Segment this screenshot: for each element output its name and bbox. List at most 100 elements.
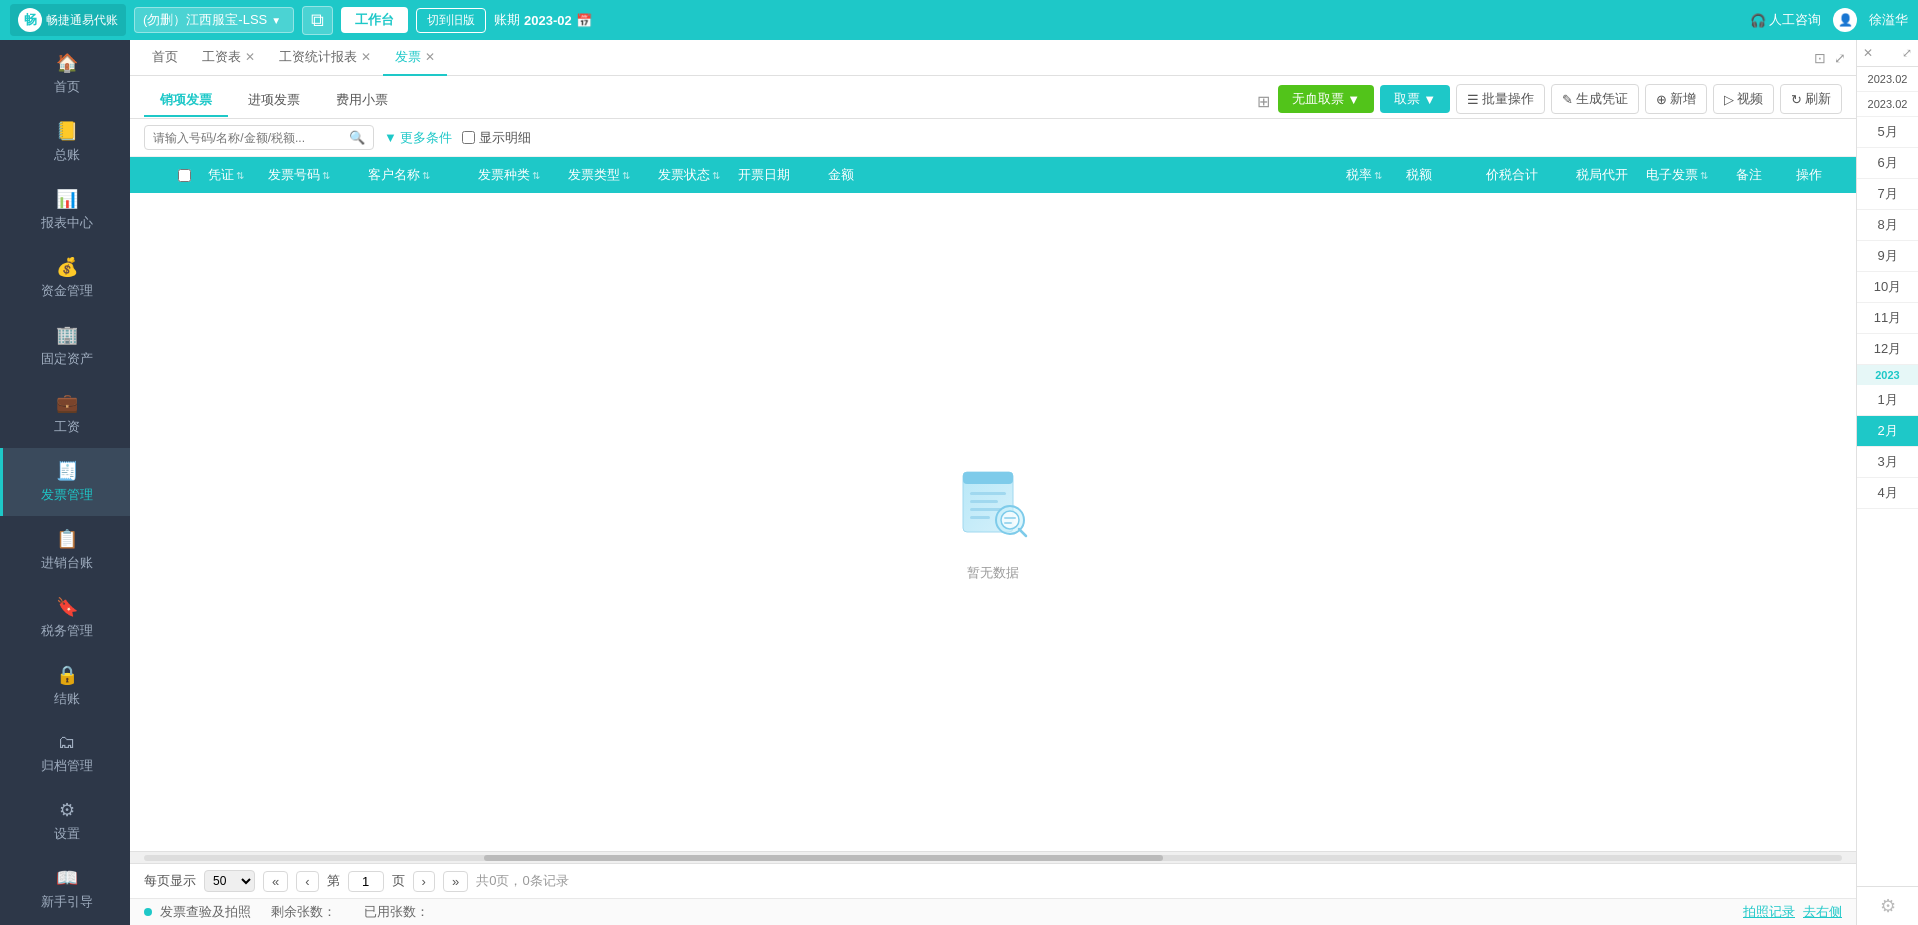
period-panel-bottom[interactable]: ⚙	[1857, 886, 1918, 925]
tab-payroll-close[interactable]: ✕	[245, 50, 255, 64]
user-avatar[interactable]: 👤	[1833, 8, 1857, 32]
new-button[interactable]: ⊕ 新增	[1645, 84, 1707, 114]
period-item-2m[interactable]: 2月	[1857, 416, 1918, 447]
sidebar-item-sales[interactable]: 📋 进销台账	[0, 516, 130, 584]
sub-tab-sales[interactable]: 销项发票	[144, 85, 228, 117]
sidebar: 🏠 首页 📒 总账 📊 报表中心 💰 资金管理 🏢 固定资产 💼 工资	[0, 40, 130, 925]
batch-ops-button[interactable]: ☰ 批量操作	[1456, 84, 1545, 114]
sidebar-item-settings[interactable]: ⚙ 设置	[0, 787, 130, 855]
switch-version-button[interactable]: 切到旧版	[416, 8, 486, 33]
period-item-11m[interactable]: 11月	[1857, 303, 1918, 334]
no-select-ticket-button[interactable]: 无血取票 ▼	[1278, 85, 1374, 113]
copy-button[interactable]: ⧉	[302, 6, 333, 35]
logo-icon: 畅	[18, 8, 42, 32]
video-button[interactable]: ▷ 视频	[1713, 84, 1774, 114]
th-taxrate[interactable]: 税率 ⇅	[1342, 166, 1402, 184]
go-right-link[interactable]: 去右侧	[1803, 903, 1842, 921]
horizontal-scrollbar[interactable]	[144, 855, 1842, 861]
period-item-5m[interactable]: 5月	[1857, 117, 1918, 148]
th-customer[interactable]: 客户名称 ⇅	[364, 166, 474, 184]
get-ticket-button[interactable]: 取票 ▼	[1380, 85, 1450, 113]
first-page-button[interactable]: «	[263, 871, 288, 892]
period-item-3m[interactable]: 3月	[1857, 447, 1918, 478]
period-item-2023-02-a[interactable]: 2023.02	[1857, 67, 1918, 92]
tab-payroll[interactable]: 工资表 ✕	[190, 40, 267, 76]
th-invno[interactable]: 发票号码 ⇅	[264, 166, 364, 184]
next-page-button[interactable]: ›	[413, 871, 435, 892]
more-conditions-button[interactable]: ▼ 更多条件	[384, 129, 452, 147]
guide-icon: 📖	[56, 867, 78, 889]
sidebar-item-payroll[interactable]: 💼 工资	[0, 380, 130, 448]
tab-invoice-close[interactable]: ✕	[425, 50, 435, 64]
last-page-button[interactable]: »	[443, 871, 468, 892]
close-period-btn[interactable]: ✕	[1863, 46, 1873, 60]
sidebar-item-finance[interactable]: 💰 资金管理	[0, 244, 130, 312]
th-status[interactable]: 发票状态 ⇅	[654, 166, 734, 184]
period-item-9m[interactable]: 9月	[1857, 241, 1918, 272]
prev-page-button[interactable]: ‹	[296, 871, 318, 892]
status-bar: 发票查验及拍照 剩余张数： 已用张数： 拍照记录 去右侧	[130, 898, 1856, 925]
sidebar-item-invoice[interactable]: 🧾 发票管理	[0, 448, 130, 516]
sidebar-label-close: 结账	[54, 690, 80, 708]
th-invcat[interactable]: 发票类型 ⇅	[564, 166, 654, 184]
tab-invoice[interactable]: 发票 ✕	[383, 40, 447, 76]
th-proof[interactable]: 凭证 ⇅	[204, 166, 264, 184]
show-detail-input[interactable]	[462, 131, 475, 144]
sidebar-item-guide[interactable]: 📖 新手引导	[0, 855, 130, 923]
content-area: 首页 工资表 ✕ 工资统计报表 ✕ 发票 ✕ ⊡ ⤢	[130, 40, 1856, 925]
period-settings-icon[interactable]: ⚙	[1880, 895, 1896, 917]
tab-restore-icon[interactable]: ⊡	[1814, 50, 1826, 66]
tab-payroll-stats-label: 工资统计报表	[279, 48, 357, 66]
sidebar-item-close[interactable]: 🔒 结账	[0, 652, 130, 720]
per-page-label: 每页显示	[144, 872, 196, 890]
period-item-4m[interactable]: 4月	[1857, 478, 1918, 509]
gen-proof-button[interactable]: ✎ 生成凭证	[1551, 84, 1639, 114]
sidebar-item-archive[interactable]: 🗂 归档管理	[0, 720, 130, 787]
th-checkbox[interactable]	[174, 169, 204, 182]
company-selector[interactable]: (勿删）江西服宝-LSS ▼	[134, 7, 294, 33]
sub-tab-expense[interactable]: 费用小票	[320, 85, 404, 117]
period-item-1m[interactable]: 1月	[1857, 385, 1918, 416]
sidebar-item-reports[interactable]: 📊 报表中心	[0, 176, 130, 244]
tab-payroll-stats-close[interactable]: ✕	[361, 50, 371, 64]
maximize-period-icon[interactable]: ⤢	[1902, 46, 1912, 60]
total-count: 共0页，0条记录	[476, 872, 568, 890]
search-icon[interactable]: 🔍	[349, 130, 365, 145]
add-record-link[interactable]: 拍照记录	[1743, 903, 1795, 921]
period-item-8m[interactable]: 8月	[1857, 210, 1918, 241]
sidebar-item-home[interactable]: 🏠 首页	[0, 40, 130, 108]
horizontal-scroll-area[interactable]	[130, 851, 1856, 863]
tab-home[interactable]: 首页	[140, 40, 190, 76]
sidebar-item-tax[interactable]: 🔖 税务管理	[0, 584, 130, 652]
period-item-6m[interactable]: 6月	[1857, 148, 1918, 179]
grid-settings-icon[interactable]: ⊞	[1257, 92, 1270, 111]
search-input[interactable]	[153, 131, 345, 145]
per-page-select[interactable]: 50 10 20 100	[204, 870, 255, 892]
page-input[interactable]	[348, 871, 384, 892]
th-total: 价税合计	[1482, 166, 1572, 184]
sidebar-item-assets[interactable]: 🏢 固定资产	[0, 312, 130, 380]
th-einvoice[interactable]: 电子发票 ⇅	[1642, 166, 1732, 184]
period-item-12m[interactable]: 12月	[1857, 334, 1918, 365]
tab-maximize-icon[interactable]: ⤢	[1834, 50, 1846, 66]
show-detail-checkbox[interactable]: 显示明细	[462, 129, 531, 147]
period-item-10m[interactable]: 10月	[1857, 272, 1918, 303]
ai-consult-button[interactable]: 🎧 人工咨询	[1750, 11, 1821, 29]
period-value: 2023-02	[524, 13, 572, 28]
empty-illustration	[948, 462, 1038, 552]
scrollbar-thumb[interactable]	[484, 855, 1163, 861]
sub-tab-expense-label: 费用小票	[336, 92, 388, 107]
sidebar-item-ledger[interactable]: 📒 总账	[0, 108, 130, 176]
status-dot-icon	[144, 908, 152, 916]
period-item-7m[interactable]: 7月	[1857, 179, 1918, 210]
select-all-checkbox[interactable]	[178, 169, 191, 182]
sub-tab-purchase[interactable]: 进项发票	[232, 85, 316, 117]
user-name[interactable]: 徐溢华	[1869, 11, 1908, 29]
finance-icon: 💰	[56, 256, 78, 278]
calendar-icon[interactable]: 📅	[576, 13, 592, 28]
refresh-button[interactable]: ↻ 刷新	[1780, 84, 1842, 114]
tab-payroll-stats[interactable]: 工资统计报表 ✕	[267, 40, 383, 76]
period-item-2023-02-b[interactable]: 2023.02	[1857, 92, 1918, 117]
workspace-button[interactable]: 工作台	[341, 7, 408, 33]
th-invtype[interactable]: 发票种类 ⇅	[474, 166, 564, 184]
